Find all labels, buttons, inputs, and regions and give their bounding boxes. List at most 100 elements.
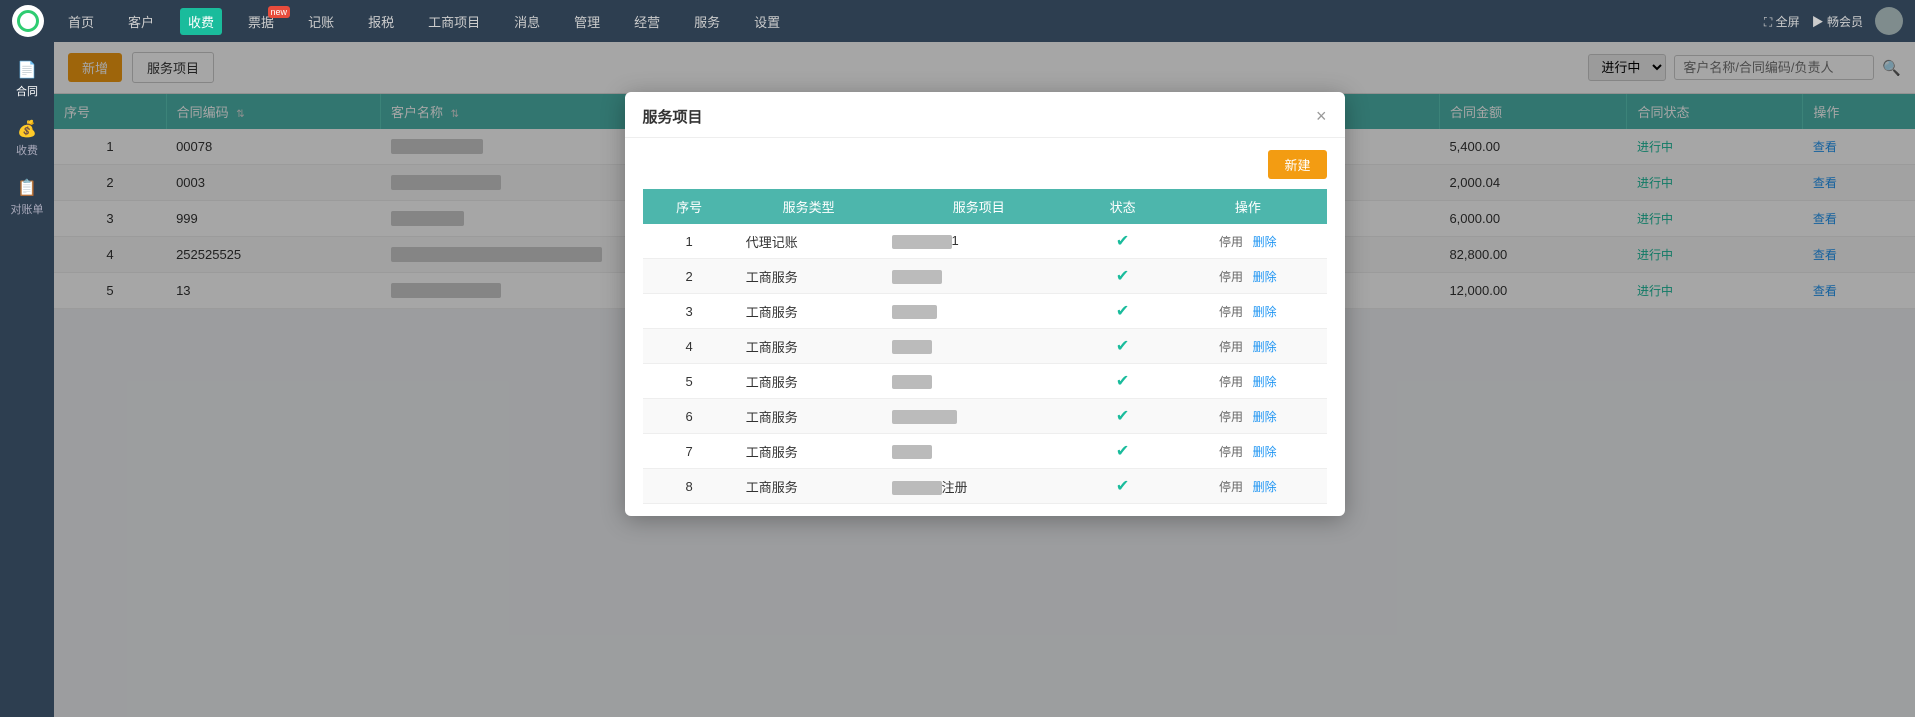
row-type: 工商服务 bbox=[736, 329, 882, 364]
row-item bbox=[882, 329, 1076, 364]
modal-toolbar: 新建 bbox=[643, 150, 1327, 179]
delete-button[interactable]: 删除 bbox=[1253, 480, 1277, 494]
row-seq: 2 bbox=[643, 259, 736, 294]
sidebar-item-reconcile[interactable]: 📋 对账单 bbox=[0, 170, 54, 225]
row-item bbox=[882, 294, 1076, 329]
stop-button[interactable]: 停用 bbox=[1219, 340, 1243, 354]
row-status: ✔ bbox=[1076, 294, 1169, 329]
row-status: ✔ bbox=[1076, 434, 1169, 469]
row-type: 工商服务 bbox=[736, 434, 882, 469]
nav-customer[interactable]: 客户 bbox=[120, 8, 162, 35]
row-seq: 6 bbox=[643, 399, 736, 434]
row-ops: 停用 删除 bbox=[1169, 434, 1326, 469]
delete-button[interactable]: 删除 bbox=[1253, 410, 1277, 424]
stop-button[interactable]: 停用 bbox=[1219, 235, 1243, 249]
stop-button[interactable]: 停用 bbox=[1219, 270, 1243, 284]
service-items-table: 序号 服务类型 服务项目 状态 操作 1 代理记账 bbox=[643, 189, 1327, 504]
row-status: ✔ bbox=[1076, 364, 1169, 399]
stop-button[interactable]: 停用 bbox=[1219, 480, 1243, 494]
row-type: 工商服务 bbox=[736, 364, 882, 399]
row-seq: 5 bbox=[643, 364, 736, 399]
stop-button[interactable]: 停用 bbox=[1219, 375, 1243, 389]
new-badge: new bbox=[268, 6, 291, 18]
row-ops: 停用 删除 bbox=[1169, 399, 1326, 434]
modal-title: 服务项目 bbox=[643, 106, 703, 127]
row-ops: 停用 删除 bbox=[1169, 259, 1326, 294]
modal-col-seq: 序号 bbox=[643, 189, 736, 224]
row-type: 代理记账 bbox=[736, 224, 882, 259]
reconcile-icon: 📋 bbox=[17, 178, 37, 198]
nav-manage[interactable]: 管理 bbox=[566, 8, 608, 35]
table-row: 8 工商服务 注册 ✔ 停用 删除 bbox=[643, 469, 1327, 504]
contract-icon: 📄 bbox=[17, 60, 37, 80]
nav-service[interactable]: 服务 bbox=[686, 8, 728, 35]
nav-tax[interactable]: 报税 bbox=[360, 8, 402, 35]
row-item bbox=[882, 434, 1076, 469]
row-status: ✔ bbox=[1076, 469, 1169, 504]
table-row: 3 工商服务 ✔ 停用 删除 bbox=[643, 294, 1327, 329]
row-ops: 停用 删除 bbox=[1169, 294, 1326, 329]
modal-header: 服务项目 × bbox=[625, 92, 1345, 138]
row-type: 工商服务 bbox=[736, 259, 882, 294]
delete-button[interactable]: 删除 bbox=[1253, 340, 1277, 354]
table-row: 1 代理记账 1 ✔ 停用 删除 bbox=[643, 224, 1327, 259]
delete-button[interactable]: 删除 bbox=[1253, 375, 1277, 389]
sidebar-item-contract[interactable]: 📄 合同 bbox=[0, 52, 54, 107]
sidebar-label-contract: 合同 bbox=[16, 83, 38, 99]
nav-charge[interactable]: 收费 bbox=[180, 8, 222, 35]
app-logo bbox=[12, 5, 44, 37]
row-ops: 停用 删除 bbox=[1169, 469, 1326, 504]
delete-button[interactable]: 删除 bbox=[1253, 445, 1277, 459]
sidebar-item-charge[interactable]: 💰 收费 bbox=[0, 111, 54, 166]
delete-button[interactable]: 删除 bbox=[1253, 305, 1277, 319]
modal-col-ops: 操作 bbox=[1169, 189, 1326, 224]
row-type: 工商服务 bbox=[736, 469, 882, 504]
row-seq: 4 bbox=[643, 329, 736, 364]
top-nav: 首页 客户 收费 票据new 记账 报税 工商项目 消息 管理 经营 服务 设置… bbox=[0, 0, 1915, 42]
row-type: 工商服务 bbox=[736, 294, 882, 329]
table-row: 4 工商服务 ✔ 停用 删除 bbox=[643, 329, 1327, 364]
modal-new-button[interactable]: 新建 bbox=[1268, 150, 1326, 179]
modal-close-button[interactable]: × bbox=[1316, 106, 1327, 127]
table-row: 6 工商服务 ✔ 停用 删除 bbox=[643, 399, 1327, 434]
nav-message[interactable]: 消息 bbox=[506, 8, 548, 35]
modal-col-type: 服务类型 bbox=[736, 189, 882, 224]
sidebar-label-charge: 收费 bbox=[16, 142, 38, 158]
row-seq: 8 bbox=[643, 469, 736, 504]
modal-col-status: 状态 bbox=[1076, 189, 1169, 224]
delete-button[interactable]: 删除 bbox=[1253, 270, 1277, 284]
modal-body: 新建 序号 服务类型 服务项目 状态 操作 bbox=[625, 138, 1345, 516]
nav-operation[interactable]: 经营 bbox=[626, 8, 668, 35]
avatar[interactable] bbox=[1875, 7, 1903, 35]
nav-bill[interactable]: 票据new bbox=[240, 8, 282, 35]
modal-col-item: 服务项目 bbox=[882, 189, 1076, 224]
row-status: ✔ bbox=[1076, 399, 1169, 434]
nav-right: ⛶ 全屏 ▶ 畅会员 bbox=[1764, 7, 1903, 35]
row-ops: 停用 删除 bbox=[1169, 224, 1326, 259]
stop-button[interactable]: 停用 bbox=[1219, 410, 1243, 424]
row-item bbox=[882, 399, 1076, 434]
nav-business[interactable]: 工商项目 bbox=[420, 8, 488, 35]
nav-settings[interactable]: 设置 bbox=[746, 8, 788, 35]
stop-button[interactable]: 停用 bbox=[1219, 305, 1243, 319]
charge-icon: 💰 bbox=[17, 119, 37, 139]
content-area: 新增 服务项目 进行中 已完成 已终止 🔍 序号 合同编 bbox=[54, 42, 1915, 717]
row-ops: 停用 删除 bbox=[1169, 364, 1326, 399]
row-status: ✔ bbox=[1076, 224, 1169, 259]
sidebar-label-reconcile: 对账单 bbox=[11, 201, 44, 217]
table-row: 5 工商服务 ✔ 停用 删除 bbox=[643, 364, 1327, 399]
table-row: 7 工商服务 ✔ 停用 删除 bbox=[643, 434, 1327, 469]
row-seq: 7 bbox=[643, 434, 736, 469]
nav-home[interactable]: 首页 bbox=[60, 8, 102, 35]
stop-button[interactable]: 停用 bbox=[1219, 445, 1243, 459]
main-layout: 📄 合同 💰 收费 📋 对账单 新增 服务项目 进行中 已完成 已终止 bbox=[0, 42, 1915, 717]
row-seq: 1 bbox=[643, 224, 736, 259]
nav-items: 首页 客户 收费 票据new 记账 报税 工商项目 消息 管理 经营 服务 设置 bbox=[60, 8, 1764, 35]
row-item bbox=[882, 364, 1076, 399]
delete-button[interactable]: 删除 bbox=[1253, 235, 1277, 249]
row-item: 注册 bbox=[882, 469, 1076, 504]
member-btn[interactable]: ▶ 畅会员 bbox=[1812, 13, 1863, 30]
fullscreen-btn[interactable]: ⛶ 全屏 bbox=[1764, 13, 1800, 30]
nav-account[interactable]: 记账 bbox=[300, 8, 342, 35]
modal-table-wrapper: 序号 服务类型 服务项目 状态 操作 1 代理记账 bbox=[643, 189, 1327, 504]
